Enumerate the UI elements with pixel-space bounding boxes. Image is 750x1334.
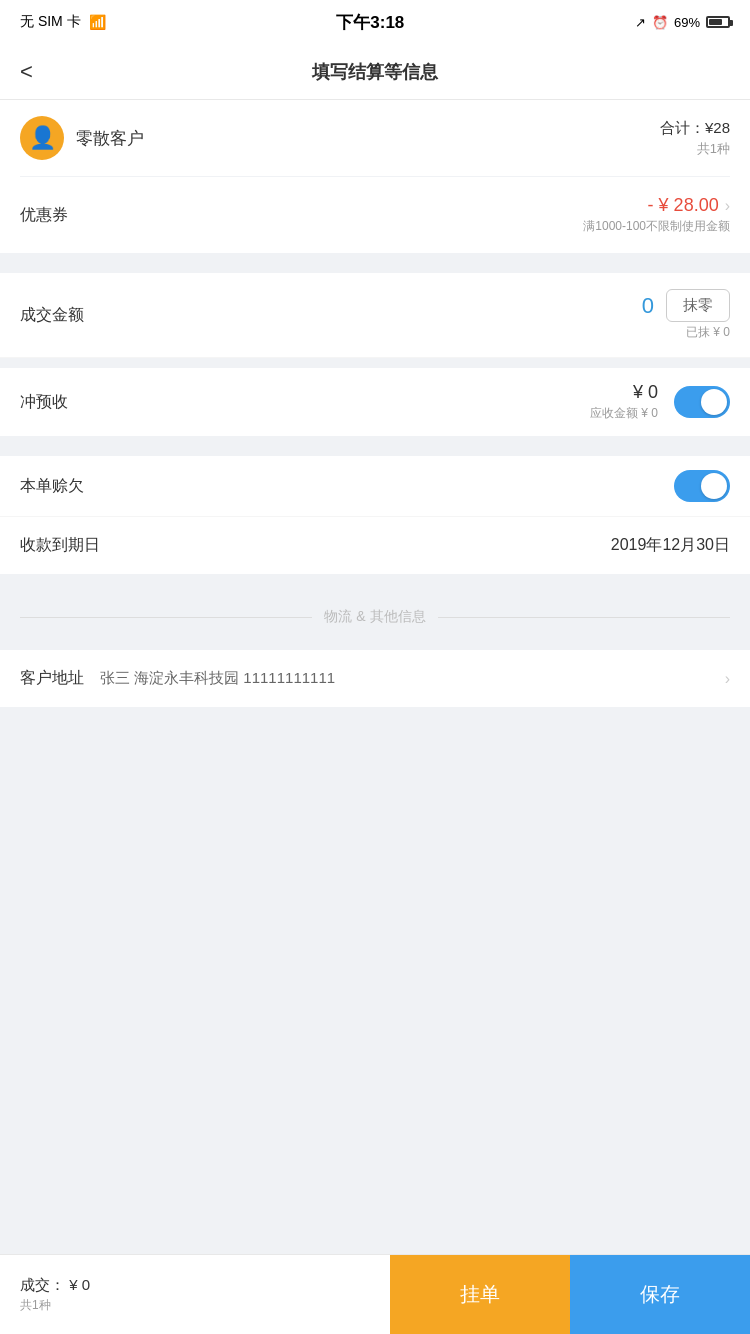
coupon-amount: - ¥ 28.00 bbox=[648, 195, 719, 216]
alarm-icon: ⏰ bbox=[652, 15, 668, 30]
transaction-value-area: 0 抹零 bbox=[614, 289, 730, 322]
section-gap-3 bbox=[0, 584, 750, 594]
toggle-track bbox=[674, 386, 730, 418]
location-icon: ↗ bbox=[635, 15, 646, 30]
coupon-label: 优惠券 bbox=[20, 205, 68, 226]
customer-row: 👤 零散客户 合计：¥28 共1种 bbox=[0, 100, 750, 176]
address-chevron-icon: › bbox=[725, 670, 730, 688]
address-card: 客户地址 张三 海淀永丰科技园 11111111111 › bbox=[0, 650, 750, 707]
prepayment-sub-text: 应收金额 ¥ 0 bbox=[590, 405, 658, 422]
transaction-value[interactable]: 0 bbox=[614, 293, 654, 319]
bottom-deal-amount: ¥ 0 bbox=[69, 1276, 90, 1293]
battery-icon bbox=[706, 16, 730, 28]
prepayment-label: 冲预收 bbox=[20, 392, 100, 413]
battery-text: 69% bbox=[674, 15, 700, 30]
bottom-deal-label: 成交： bbox=[20, 1276, 65, 1293]
total-amount-text: 合计：¥28 bbox=[660, 119, 730, 138]
deferred-card: 本单赊欠 收款到期日 2019年12月30日 bbox=[0, 456, 750, 574]
transaction-sub-text: 已抹 ¥ 0 bbox=[686, 324, 730, 341]
deferred-row: 本单赊欠 bbox=[0, 456, 750, 517]
transaction-card: 成交金额 0 抹零 已抹 ¥ 0 冲预收 ¥ 0 应收金额 ¥ 0 bbox=[0, 273, 750, 436]
logistics-section-title: 物流 & 其他信息 bbox=[0, 594, 750, 640]
address-label: 客户地址 bbox=[20, 668, 90, 689]
total-count-text: 共1种 bbox=[660, 140, 730, 158]
address-value: 张三 海淀永丰科技园 11111111111 bbox=[100, 669, 715, 688]
status-bar: 无 SIM 卡 📶 下午3:18 ↗ ⏰ 69% bbox=[0, 0, 750, 44]
section-gap-4 bbox=[0, 640, 750, 650]
coupon-row[interactable]: 优惠券 - ¥ 28.00 › 满1000-100不限制使用金额 bbox=[0, 177, 750, 253]
deferred-label: 本单赊欠 bbox=[20, 476, 100, 497]
bottom-count: 共1种 bbox=[20, 1297, 370, 1314]
prepayment-toggle[interactable] bbox=[674, 386, 730, 418]
avatar: 👤 bbox=[20, 116, 64, 160]
status-time: 下午3:18 bbox=[336, 11, 404, 34]
customer-left: 👤 零散客户 bbox=[20, 116, 144, 160]
customer-card: 👤 零散客户 合计：¥28 共1种 优惠券 - ¥ 28.00 › 满1000-… bbox=[0, 100, 750, 253]
page-title: 填写结算等信息 bbox=[312, 60, 438, 84]
due-date-label: 收款到期日 bbox=[20, 535, 100, 556]
hang-button[interactable]: 挂单 bbox=[390, 1255, 570, 1335]
wifi-icon: 📶 bbox=[89, 14, 106, 30]
section-gap-2 bbox=[0, 446, 750, 456]
prepayment-row: 冲预收 ¥ 0 应收金额 ¥ 0 bbox=[0, 368, 750, 436]
no-sim-text: 无 SIM 卡 bbox=[20, 13, 81, 31]
coupon-right: - ¥ 28.00 › bbox=[648, 195, 730, 216]
chevron-right-icon: › bbox=[725, 197, 730, 215]
deferred-toggle-thumb bbox=[701, 473, 727, 499]
due-date-value: 2019年12月30日 bbox=[611, 535, 730, 556]
address-row[interactable]: 客户地址 张三 海淀永丰科技园 11111111111 › bbox=[0, 650, 750, 707]
customer-name: 零散客户 bbox=[76, 127, 144, 150]
deferred-toggle[interactable] bbox=[674, 470, 730, 502]
status-right: ↗ ⏰ 69% bbox=[635, 15, 730, 30]
back-button[interactable]: < bbox=[20, 59, 33, 85]
round-off-button[interactable]: 抹零 bbox=[666, 289, 730, 322]
due-date-row: 收款到期日 2019年12月30日 bbox=[0, 517, 750, 574]
bottom-deal-row: 成交： ¥ 0 bbox=[20, 1276, 370, 1295]
toggle-thumb bbox=[701, 389, 727, 415]
section-gap-1 bbox=[0, 263, 750, 273]
deferred-toggle-track bbox=[674, 470, 730, 502]
coupon-desc: 满1000-100不限制使用金额 bbox=[583, 218, 730, 235]
customer-total: 合计：¥28 共1种 bbox=[660, 119, 730, 158]
prepayment-value: ¥ 0 bbox=[590, 382, 658, 403]
prepayment-value-area: ¥ 0 应收金额 ¥ 0 bbox=[590, 382, 658, 422]
transaction-label: 成交金额 bbox=[20, 305, 100, 326]
avatar-icon: 👤 bbox=[29, 125, 56, 151]
save-button[interactable]: 保存 bbox=[570, 1255, 750, 1335]
logistics-title-text: 物流 & 其他信息 bbox=[324, 608, 425, 626]
divider-inner bbox=[0, 358, 750, 368]
transaction-row: 成交金额 0 抹零 已抹 ¥ 0 bbox=[0, 273, 750, 358]
content-area: 👤 零散客户 合计：¥28 共1种 优惠券 - ¥ 28.00 › 满1000-… bbox=[0, 100, 750, 807]
status-left: 无 SIM 卡 📶 bbox=[20, 13, 106, 31]
bottom-bar: 成交： ¥ 0 共1种 挂单 保存 bbox=[0, 1254, 750, 1334]
nav-bar: < 填写结算等信息 bbox=[0, 44, 750, 100]
bottom-info: 成交： ¥ 0 共1种 bbox=[0, 1276, 390, 1314]
